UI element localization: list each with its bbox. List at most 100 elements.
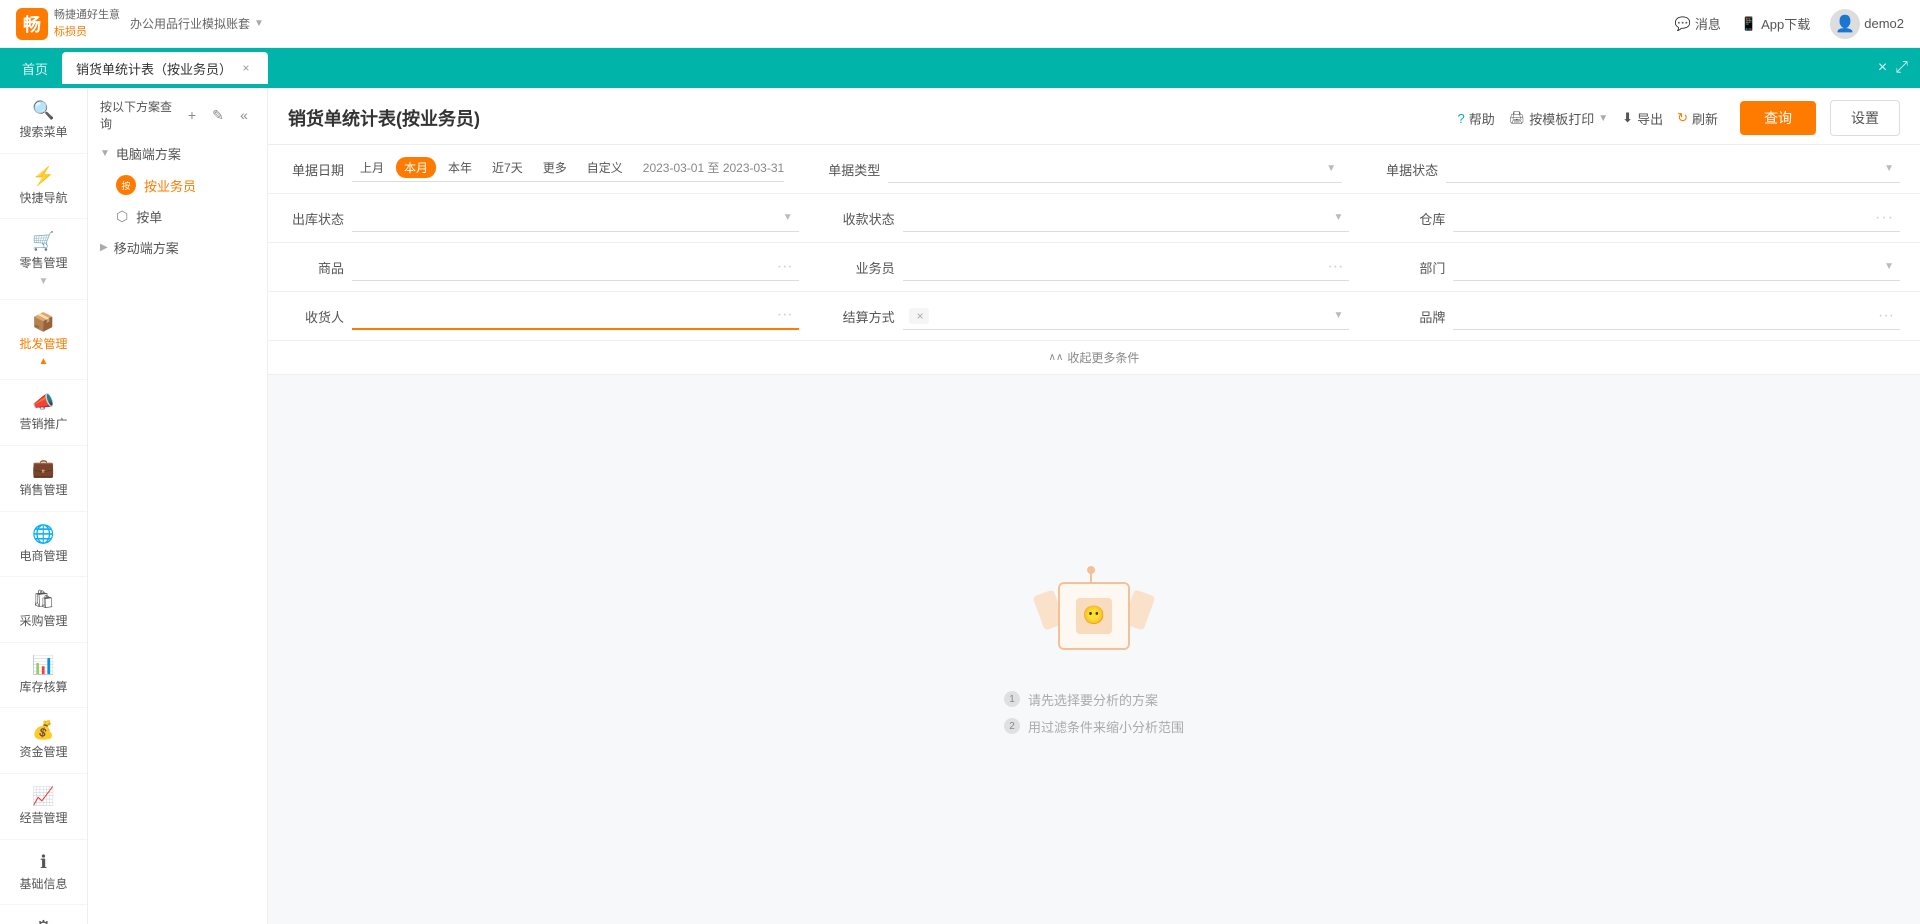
query-button[interactable]: 查询 (1740, 101, 1816, 135)
hint-number-2: 2 (1004, 718, 1020, 734)
date-tab-custom[interactable]: 自定义 (579, 157, 631, 178)
brand-label: 品牌 (1389, 307, 1445, 326)
payment-method-tag-close[interactable]: × (917, 309, 924, 323)
logo-area: 畅 畅捷通好生意 标损员 (16, 8, 120, 40)
basic-icon: ℹ (40, 852, 47, 873)
print-icon: 🖨 (1509, 110, 1526, 126)
salesperson-input[interactable]: ··· (903, 253, 1350, 281)
doc-status-select[interactable]: ▼ (1446, 155, 1900, 183)
sidebar-item-retail[interactable]: 🛒 零售管理 ▼ (0, 219, 87, 300)
stock-status-select[interactable]: ▼ (352, 204, 799, 232)
logo-text: 畅捷通好生意 标损员 (54, 8, 120, 38)
sidebar-item-inventory[interactable]: 📊 库存核算 (0, 643, 87, 709)
doc-type-select[interactable]: ▼ (888, 155, 1342, 183)
left-panel: 按以下方案查询 + ✎ « ▼ 电脑端方案 按 按业务员 (88, 88, 268, 924)
date-tab-more[interactable]: 更多 (535, 157, 575, 178)
collapse-row: ∧∧ 收起更多条件 (268, 341, 1920, 375)
payment-method-select[interactable]: × ▼ (903, 302, 1350, 330)
scheme-icon: 按 (116, 175, 136, 195)
date-tab-7days[interactable]: 近7天 (484, 157, 531, 178)
scheme-by-order[interactable]: ⬡ 按单 (116, 201, 267, 232)
operations-icon: 📈 (32, 786, 54, 807)
goods-input[interactable]: ··· (352, 253, 799, 281)
help-label: 帮助 (1469, 109, 1495, 128)
settings-button[interactable]: 设置 (1830, 100, 1900, 136)
edit-scheme-button[interactable]: ✎ (207, 104, 229, 126)
breadcrumb[interactable]: 办公用品行业模拟账套 ▼ (130, 15, 264, 32)
tree-item-pc[interactable]: ▼ 电脑端方案 (88, 138, 267, 169)
empty-state: 😶 1 请先选择要分析的方案 2 (268, 375, 1920, 924)
date-tab-last-month[interactable]: 上月 (352, 157, 392, 178)
date-control[interactable]: 上月 本月 本年 近7天 更多 自定义 2023-03-01 至 2023-03… (352, 157, 784, 182)
filter-row-2: 出库状态 ▼ 收款状态 ▼ (268, 194, 1920, 243)
dept-arrow-icon: ▼ (1884, 261, 1894, 272)
tab-close-all-icon[interactable]: × (1878, 59, 1887, 77)
consignee-input[interactable]: ··· (352, 302, 799, 330)
scheme-order-label: 按单 (136, 207, 162, 226)
tab-home-label: 首页 (22, 59, 48, 78)
date-tab-this-year[interactable]: 本年 (440, 157, 480, 178)
refresh-icon: ↻ (1677, 110, 1688, 126)
top-bar: 畅 畅捷通好生意 标损员 办公用品行业模拟账套 ▼ 💬 消息 📱 App下载 (0, 0, 1920, 48)
scheme-by-salesperson[interactable]: 按 按业务员 (116, 169, 267, 201)
message-button[interactable]: 💬 消息 (1675, 14, 1721, 33)
sidebar-item-purchase[interactable]: 🛍 采购管理 (0, 577, 87, 643)
tab-sales-stat[interactable]: 销货单统计表（按业务员） × (62, 52, 268, 84)
tree-item-mobile[interactable]: ▶ 移动端方案 (88, 232, 267, 263)
sidebar-item-basic[interactable]: ℹ 基础信息 (0, 840, 87, 906)
date-tab-this-month[interactable]: 本月 (396, 157, 436, 178)
payment-method-arrow-icon: ▼ (1333, 310, 1343, 321)
tab-close-icon[interactable]: × (238, 60, 254, 76)
sidebar-item-wholesale[interactable]: 📦 批发管理 ▲ (0, 300, 87, 381)
empty-illustration: 😶 (1034, 564, 1154, 674)
collapse-label: 收起更多条件 (1067, 349, 1139, 366)
consignee-label: 收货人 (288, 307, 344, 326)
doc-status-filter: 单据状态 ▼ (1362, 155, 1900, 183)
add-scheme-button[interactable]: + (181, 104, 203, 126)
print-button[interactable]: 🖨 按模板打印 ▼ (1509, 109, 1608, 128)
brand-input[interactable]: ··· (1453, 302, 1900, 330)
dept-select[interactable]: ▼ (1453, 253, 1900, 281)
doc-status-label: 单据状态 (1382, 160, 1438, 179)
search-menu-icon: 🔍 (32, 100, 54, 121)
hint-text-2: 用过滤条件来缩小分析范围 (1028, 717, 1184, 736)
sidebar-item-system[interactable]: ⚙ 系统管理 (0, 905, 87, 924)
goods-dots: ··· (777, 258, 793, 276)
left-panel-header: 按以下方案查询 + ✎ « (88, 88, 267, 138)
sidebar-item-sales[interactable]: 💼 销售管理 (0, 446, 87, 512)
payment-status-select[interactable]: ▼ (903, 204, 1350, 232)
tab-expand-icon[interactable]: ⤢ (1895, 59, 1908, 77)
collapse-button[interactable]: ∧∧ 收起更多条件 (1049, 349, 1140, 366)
page-header: 销货单统计表(按业务员) ? 帮助 🖨 按模板打印 ▼ ⬇ (268, 88, 1920, 145)
app-download-label: App下载 (1761, 14, 1810, 33)
sidebar-item-ecommerce[interactable]: 🌐 电商管理 (0, 512, 87, 578)
retail-icon: 🛒 (32, 231, 54, 252)
export-button[interactable]: ⬇ 导出 (1622, 109, 1663, 128)
filter-row-1: 单据日期 上月 本月 本年 近7天 更多 自定义 2023-03-01 至 20… (268, 145, 1920, 194)
sidebar-item-quick-nav[interactable]: ⚡ 快捷导航 (0, 154, 87, 220)
user-menu[interactable]: 👤 demo2 (1830, 9, 1904, 39)
doc-status-arrow-icon: ▼ (1884, 163, 1894, 174)
filter-row-4: 收货人 ··· 结算方式 (268, 292, 1920, 341)
consignee-dots: ··· (777, 306, 793, 324)
warehouse-input[interactable]: ··· (1453, 204, 1900, 232)
tab-home[interactable]: 首页 (8, 52, 62, 84)
by-order-icon: ⬡ (116, 208, 128, 225)
payment-status-arrow-icon: ▼ (1333, 212, 1343, 223)
help-button[interactable]: ? 帮助 (1457, 109, 1494, 128)
retail-arrow-icon: ▼ (39, 276, 49, 287)
logo-icon: 畅 (16, 8, 48, 40)
date-range-text: 2023-03-01 至 2023-03-31 (643, 159, 784, 176)
tree-child-by-salesperson: 按 按业务员 ⬡ 按单 (88, 169, 267, 232)
app-download-button[interactable]: 📱 App下载 (1741, 14, 1810, 33)
sidebar-item-finance[interactable]: 💰 资金管理 (0, 708, 87, 774)
sidebar-item-operations[interactable]: 📈 经营管理 (0, 774, 87, 840)
sidebar-item-search-menu[interactable]: 🔍 搜索菜单 (0, 88, 87, 154)
sidebar-item-marketing[interactable]: 📣 营销推广 (0, 380, 87, 446)
empty-box-inner: 😶 (1076, 598, 1112, 634)
warehouse-label: 仓库 (1389, 209, 1445, 228)
sales-icon: 💼 (32, 458, 54, 479)
refresh-button[interactable]: ↻ 刷新 (1677, 109, 1718, 128)
collapse-panel-button[interactable]: « (233, 104, 255, 126)
system-icon: ⚙ (35, 917, 51, 924)
